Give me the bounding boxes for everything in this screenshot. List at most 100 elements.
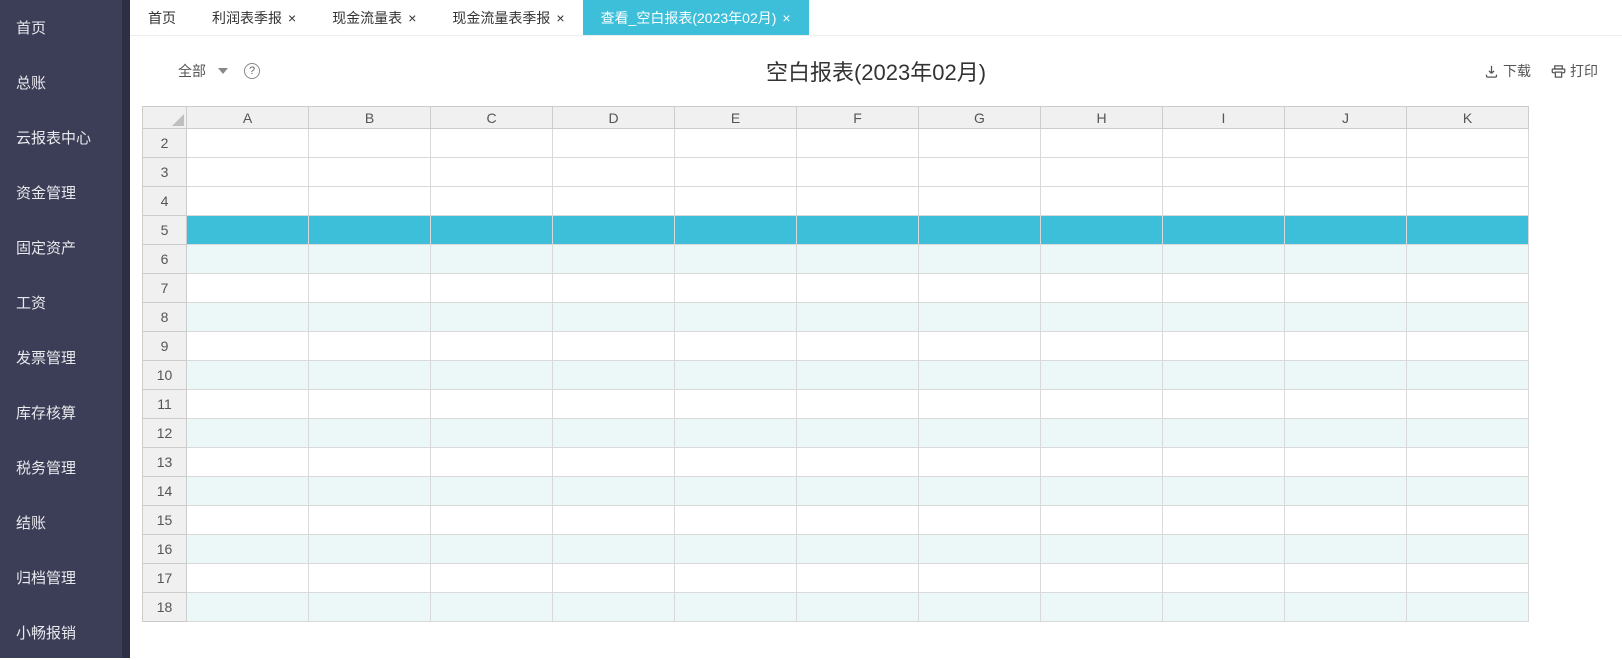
cell-E7[interactable] [675, 274, 797, 303]
cell-I10[interactable] [1163, 361, 1285, 390]
cell-J17[interactable] [1285, 564, 1407, 593]
cell-F14[interactable] [797, 477, 919, 506]
row-header-17[interactable]: 17 [143, 564, 187, 593]
cell-I3[interactable] [1163, 158, 1285, 187]
cell-J12[interactable] [1285, 419, 1407, 448]
cell-A17[interactable] [187, 564, 309, 593]
cell-F13[interactable] [797, 448, 919, 477]
row-header-8[interactable]: 8 [143, 303, 187, 332]
cell-E12[interactable] [675, 419, 797, 448]
cell-J4[interactable] [1285, 187, 1407, 216]
cell-E4[interactable] [675, 187, 797, 216]
cell-F6[interactable] [797, 245, 919, 274]
cell-D8[interactable] [553, 303, 675, 332]
cell-F3[interactable] [797, 158, 919, 187]
cell-H7[interactable] [1041, 274, 1163, 303]
print-button[interactable]: 打印 [1551, 61, 1598, 81]
col-header-E[interactable]: E [675, 107, 797, 129]
cell-B13[interactable] [309, 448, 431, 477]
col-header-J[interactable]: J [1285, 107, 1407, 129]
cell-F4[interactable] [797, 187, 919, 216]
cell-C5[interactable] [431, 216, 553, 245]
row-header-7[interactable]: 7 [143, 274, 187, 303]
cell-C2[interactable] [431, 129, 553, 158]
cell-K5[interactable] [1407, 216, 1529, 245]
cell-H6[interactable] [1041, 245, 1163, 274]
row-header-2[interactable]: 2 [143, 129, 187, 158]
cell-B8[interactable] [309, 303, 431, 332]
cell-I2[interactable] [1163, 129, 1285, 158]
row-header-9[interactable]: 9 [143, 332, 187, 361]
cell-I18[interactable] [1163, 593, 1285, 622]
cell-D9[interactable] [553, 332, 675, 361]
cell-F7[interactable] [797, 274, 919, 303]
cell-B11[interactable] [309, 390, 431, 419]
row-header-11[interactable]: 11 [143, 390, 187, 419]
cell-B12[interactable] [309, 419, 431, 448]
cell-H15[interactable] [1041, 506, 1163, 535]
cell-D2[interactable] [553, 129, 675, 158]
cell-G15[interactable] [919, 506, 1041, 535]
cell-A8[interactable] [187, 303, 309, 332]
cell-G18[interactable] [919, 593, 1041, 622]
cell-D18[interactable] [553, 593, 675, 622]
cell-E17[interactable] [675, 564, 797, 593]
cell-I11[interactable] [1163, 390, 1285, 419]
cell-A4[interactable] [187, 187, 309, 216]
cell-D16[interactable] [553, 535, 675, 564]
cell-G9[interactable] [919, 332, 1041, 361]
cell-J15[interactable] [1285, 506, 1407, 535]
sidebar-item-6[interactable]: 发票管理 [0, 330, 130, 385]
col-header-F[interactable]: F [797, 107, 919, 129]
close-icon[interactable]: × [408, 11, 416, 25]
cell-C18[interactable] [431, 593, 553, 622]
cell-K4[interactable] [1407, 187, 1529, 216]
cell-J6[interactable] [1285, 245, 1407, 274]
cell-F5[interactable] [797, 216, 919, 245]
cell-C13[interactable] [431, 448, 553, 477]
cell-H14[interactable] [1041, 477, 1163, 506]
cell-H10[interactable] [1041, 361, 1163, 390]
cell-J10[interactable] [1285, 361, 1407, 390]
cell-K8[interactable] [1407, 303, 1529, 332]
cell-B6[interactable] [309, 245, 431, 274]
cell-H9[interactable] [1041, 332, 1163, 361]
cell-C12[interactable] [431, 419, 553, 448]
cell-J16[interactable] [1285, 535, 1407, 564]
row-header-5[interactable]: 5 [143, 216, 187, 245]
cell-K3[interactable] [1407, 158, 1529, 187]
cell-E14[interactable] [675, 477, 797, 506]
cell-D12[interactable] [553, 419, 675, 448]
cell-G7[interactable] [919, 274, 1041, 303]
cell-A7[interactable] [187, 274, 309, 303]
cell-K2[interactable] [1407, 129, 1529, 158]
cell-D5[interactable] [553, 216, 675, 245]
cell-K18[interactable] [1407, 593, 1529, 622]
cell-F16[interactable] [797, 535, 919, 564]
cell-A11[interactable] [187, 390, 309, 419]
cell-H18[interactable] [1041, 593, 1163, 622]
cell-D3[interactable] [553, 158, 675, 187]
col-header-C[interactable]: C [431, 107, 553, 129]
sidebar-item-2[interactable]: 云报表中心 [0, 110, 130, 165]
cell-I17[interactable] [1163, 564, 1285, 593]
cell-C14[interactable] [431, 477, 553, 506]
cell-D14[interactable] [553, 477, 675, 506]
cell-F8[interactable] [797, 303, 919, 332]
cell-K14[interactable] [1407, 477, 1529, 506]
cell-B4[interactable] [309, 187, 431, 216]
cell-D10[interactable] [553, 361, 675, 390]
cell-I12[interactable] [1163, 419, 1285, 448]
cell-J2[interactable] [1285, 129, 1407, 158]
cell-A13[interactable] [187, 448, 309, 477]
cell-A12[interactable] [187, 419, 309, 448]
sidebar-item-1[interactable]: 总账 [0, 55, 130, 110]
cell-J14[interactable] [1285, 477, 1407, 506]
sidebar-item-7[interactable]: 库存核算 [0, 385, 130, 440]
cell-A14[interactable] [187, 477, 309, 506]
cell-H2[interactable] [1041, 129, 1163, 158]
sidebar-item-11[interactable]: 小畅报销 [0, 605, 130, 660]
cell-C17[interactable] [431, 564, 553, 593]
cell-K7[interactable] [1407, 274, 1529, 303]
cell-B9[interactable] [309, 332, 431, 361]
